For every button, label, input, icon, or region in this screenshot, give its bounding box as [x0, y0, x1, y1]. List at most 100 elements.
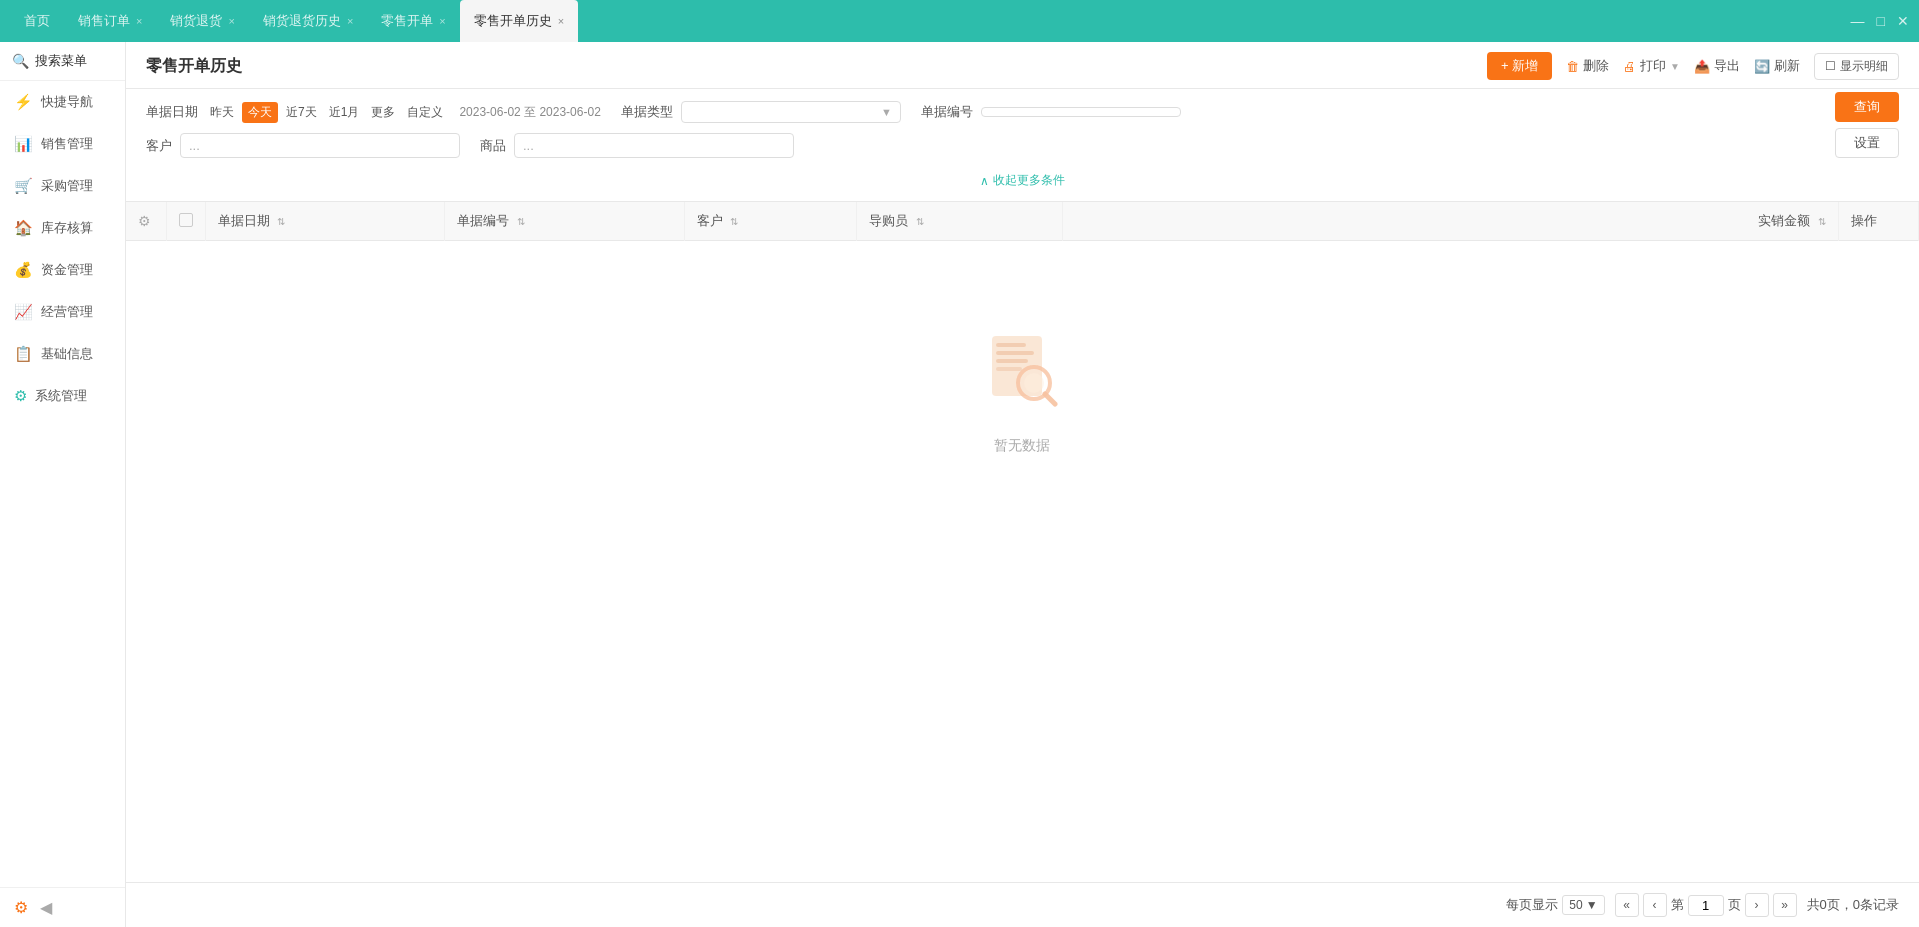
- export-icon: 📤: [1694, 59, 1710, 74]
- sidebar-item-sales-mgmt[interactable]: 📊 销售管理: [0, 123, 125, 165]
- content-area: 零售开单历史 + 新增 🗑 删除 🖨 打印 ▼ 📤 导出: [126, 42, 1919, 927]
- settings-button[interactable]: 设置: [1835, 128, 1899, 158]
- export-button[interactable]: 📤 导出: [1694, 57, 1740, 75]
- product-label: 商品: [480, 137, 506, 155]
- guide-sort-icon[interactable]: ⇅: [916, 216, 924, 227]
- data-table: ⚙ 单据日期 ⇅ 单据编号 ⇅: [126, 202, 1919, 535]
- tab-sales-order[interactable]: 销售订单 ×: [64, 0, 156, 42]
- customer-sort-icon[interactable]: ⇅: [730, 216, 738, 227]
- svg-rect-4: [996, 367, 1022, 371]
- select-all-checkbox[interactable]: [179, 213, 193, 227]
- tab-retail-open-history[interactable]: 零售开单历史 ×: [460, 0, 578, 42]
- empty-text: 暂无数据: [994, 437, 1050, 455]
- th-settings: ⚙: [126, 202, 166, 241]
- sidebar-item-basic-info[interactable]: 📋 基础信息: [0, 333, 125, 375]
- tab-sales-return-history[interactable]: 销货退货历史 ×: [249, 0, 367, 42]
- date-btn-more[interactable]: 更多: [367, 102, 399, 123]
- finance-icon: 💰: [14, 261, 33, 279]
- sidebar-item-system[interactable]: ⚙ 系统管理: [0, 375, 125, 417]
- sidebar-item-inventory[interactable]: 🏠 库存核算: [0, 207, 125, 249]
- tab-close-retail-open-history[interactable]: ×: [558, 15, 564, 27]
- th-customer: 客户 ⇅: [684, 202, 856, 241]
- sidebar-item-operations[interactable]: 📈 经营管理: [0, 291, 125, 333]
- date-btn-custom[interactable]: 自定义: [403, 102, 447, 123]
- sidebar-item-finance[interactable]: 💰 资金管理: [0, 249, 125, 291]
- collapse-btn[interactable]: ∧ 收起更多条件: [976, 168, 1069, 193]
- search-icon: 🔍: [12, 53, 29, 69]
- print-button[interactable]: 🖨 打印 ▼: [1623, 57, 1680, 75]
- delete-button[interactable]: 🗑 删除: [1566, 57, 1609, 75]
- add-button[interactable]: + 新增: [1487, 52, 1552, 80]
- sidebar-item-label: 资金管理: [41, 261, 93, 279]
- doc-type-select[interactable]: ▼: [681, 101, 901, 123]
- main-layout: 🔍 搜索菜单 ⚡ 快捷导航 📊 销售管理 🛒 采购管理 🏠 库存核算 💰: [0, 42, 1919, 927]
- customer-input[interactable]: ...: [180, 133, 460, 158]
- date-buttons: 昨天 今天 近7天 近1月 更多 自定义: [206, 102, 447, 123]
- sidebar-search[interactable]: 🔍 搜索菜单: [0, 42, 125, 81]
- collapse-label: 收起更多条件: [993, 172, 1065, 189]
- tab-close-sales-return-history[interactable]: ×: [347, 15, 353, 27]
- page-size-select[interactable]: 50 ▼: [1562, 895, 1604, 915]
- customer-filter-group: 客户 ...: [146, 133, 460, 158]
- date-btn-today[interactable]: 今天: [242, 102, 278, 123]
- display-cols-button[interactable]: ☐ 显示明细: [1814, 53, 1899, 80]
- sidebar-search-label: 搜索菜单: [35, 52, 87, 70]
- window-max-btn[interactable]: □: [1877, 13, 1885, 29]
- tab-home[interactable]: 首页: [10, 0, 64, 42]
- purchase-mgmt-icon: 🛒: [14, 177, 33, 195]
- date-filter-group: 单据日期 昨天 今天 近7天 近1月 更多 自定义 2023-06-02 至 2…: [146, 102, 601, 123]
- doc-no-filter-group: 单据编号: [921, 103, 1181, 121]
- svg-rect-1: [996, 343, 1026, 347]
- tab-close-sales-return[interactable]: ×: [228, 15, 234, 27]
- query-button[interactable]: 查询: [1835, 92, 1899, 122]
- page-header: 零售开单历史 + 新增 🗑 删除 🖨 打印 ▼ 📤 导出: [126, 42, 1919, 89]
- th-date: 单据日期 ⇅: [205, 202, 445, 241]
- window-min-btn[interactable]: —: [1851, 13, 1865, 29]
- doc-no-input[interactable]: [981, 107, 1181, 117]
- doc-type-label: 单据类型: [621, 103, 673, 121]
- tab-close-retail-open[interactable]: ×: [439, 15, 445, 27]
- date-btn-yesterday[interactable]: 昨天: [206, 102, 238, 123]
- page-size-group: 每页显示 50 ▼: [1506, 895, 1604, 915]
- print-icon: 🖨: [1623, 59, 1636, 74]
- customer-label: 客户: [146, 137, 172, 155]
- tab-bar: 首页 销售订单 × 销货退货 × 销货退货历史 × 零售开单 × 零售开单历史 …: [0, 0, 1919, 42]
- collapse-arrow-icon: ∧: [980, 174, 989, 188]
- per-page-label: 每页显示: [1506, 896, 1558, 914]
- product-input[interactable]: ...: [514, 133, 794, 158]
- tab-retail-open[interactable]: 零售开单 ×: [367, 0, 459, 42]
- svg-line-7: [1045, 394, 1055, 404]
- delete-icon: 🗑: [1566, 59, 1579, 74]
- date-btn-7days[interactable]: 近7天: [282, 102, 321, 123]
- sidebar-settings-icon[interactable]: ⚙: [14, 898, 28, 917]
- next-page-btn[interactable]: ›: [1745, 893, 1769, 917]
- refresh-button[interactable]: 🔄 刷新: [1754, 57, 1800, 75]
- window-close-btn[interactable]: ✕: [1897, 13, 1909, 29]
- amount-sort-icon[interactable]: ⇅: [1818, 216, 1826, 227]
- filter-area: 单据日期 昨天 今天 近7天 近1月 更多 自定义 2023-06-02 至 2…: [126, 89, 1919, 202]
- sidebar-item-label: 采购管理: [41, 177, 93, 195]
- tab-sales-return[interactable]: 销货退货 ×: [156, 0, 248, 42]
- table-settings-icon[interactable]: ⚙: [138, 213, 151, 229]
- sidebar-item-label: 经营管理: [41, 303, 93, 321]
- sidebar-item-label: 系统管理: [35, 387, 87, 405]
- refresh-icon: 🔄: [1754, 59, 1770, 74]
- sidebar-collapse-icon[interactable]: ◀: [40, 898, 52, 917]
- first-page-btn[interactable]: «: [1615, 893, 1639, 917]
- th-actions: 操作: [1839, 202, 1919, 241]
- date-btn-1month[interactable]: 近1月: [325, 102, 364, 123]
- sidebar-item-label: 基础信息: [41, 345, 93, 363]
- date-sort-icon[interactable]: ⇅: [277, 216, 285, 227]
- last-page-btn[interactable]: »: [1773, 893, 1797, 917]
- prev-page-btn[interactable]: ‹: [1643, 893, 1667, 917]
- sidebar-item-quick-nav[interactable]: ⚡ 快捷导航: [0, 81, 125, 123]
- th-check: [166, 202, 205, 241]
- sidebar-item-label: 销售管理: [41, 135, 93, 153]
- tab-close-sales-order[interactable]: ×: [136, 15, 142, 27]
- page-num-input[interactable]: [1688, 895, 1724, 916]
- doc-type-arrow: ▼: [881, 106, 892, 118]
- sidebar-item-purchase-mgmt[interactable]: 🛒 采购管理: [0, 165, 125, 207]
- page-title: 零售开单历史: [146, 56, 242, 77]
- doc-no-sort-icon[interactable]: ⇅: [517, 216, 525, 227]
- table-wrapper: ⚙ 单据日期 ⇅ 单据编号 ⇅: [126, 202, 1919, 882]
